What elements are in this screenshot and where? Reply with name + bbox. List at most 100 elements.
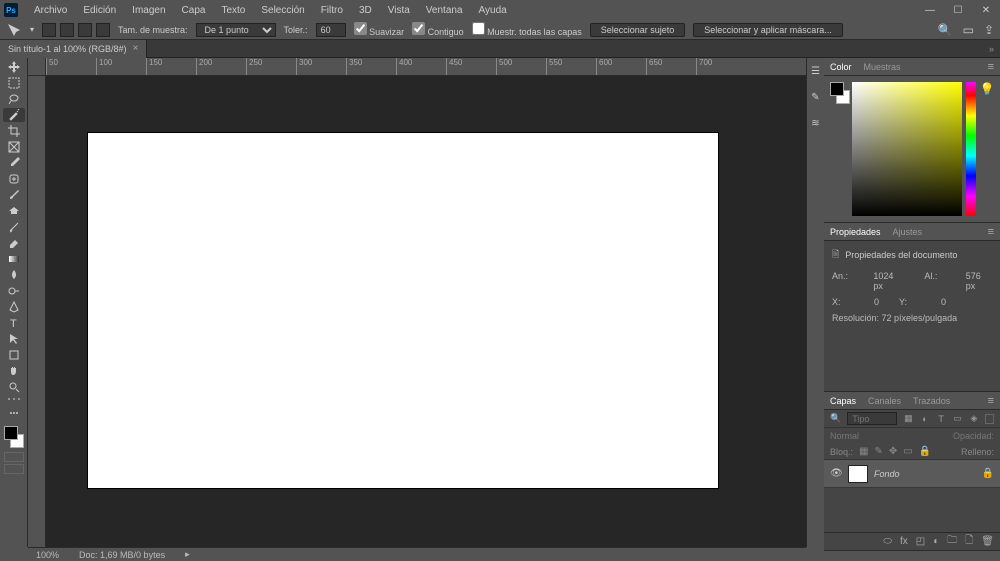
vertical-ruler[interactable] xyxy=(28,76,46,547)
ruler-origin[interactable] xyxy=(28,58,46,76)
share-icon[interactable]: ⇪ xyxy=(984,23,994,37)
delete-layer-icon[interactable]: 🗑 xyxy=(981,536,994,547)
new-layer-icon[interactable]: 🗋 xyxy=(965,533,973,550)
maximize-button[interactable]: ☐ xyxy=(944,0,972,20)
sample-all-layers-checkbox[interactable]: Muestr. todas las capas xyxy=(472,22,582,37)
gradient-tool[interactable] xyxy=(3,252,25,266)
layer-thumbnail[interactable] xyxy=(848,465,868,483)
dock-swatches-icon[interactable]: ≋ xyxy=(809,116,823,130)
menu-edit[interactable]: Edición xyxy=(75,2,124,19)
mode-new-selection[interactable] xyxy=(42,23,56,37)
hand-tool[interactable] xyxy=(3,364,25,378)
close-button[interactable]: ✕ xyxy=(972,0,1000,20)
menu-filter[interactable]: Filtro xyxy=(313,2,351,19)
magic-wand-tool[interactable] xyxy=(3,108,25,122)
edit-toolbar[interactable] xyxy=(3,406,25,420)
filter-shape-icon[interactable]: ▭ xyxy=(952,413,962,425)
filter-pixel-icon[interactable]: ▦ xyxy=(903,413,913,425)
quick-mask-toggle[interactable] xyxy=(4,452,24,462)
pen-tool[interactable] xyxy=(3,300,25,314)
path-selection-tool[interactable] xyxy=(3,332,25,346)
filter-smart-icon[interactable]: ◈ xyxy=(969,413,979,425)
layers-panel-menu-icon[interactable]: ≡ xyxy=(988,395,994,407)
menu-layer[interactable]: Capa xyxy=(174,2,214,19)
select-subject-button[interactable]: Seleccionar sujeto xyxy=(590,23,686,37)
blur-tool[interactable] xyxy=(3,268,25,282)
filter-type-icon[interactable]: T xyxy=(936,413,946,425)
status-chevron-icon[interactable]: ▸ xyxy=(185,549,190,560)
color-panel-swatch[interactable] xyxy=(830,82,848,216)
mode-subtract-selection[interactable] xyxy=(78,23,92,37)
group-icon[interactable]: 🗀 xyxy=(947,533,957,550)
history-brush-tool[interactable] xyxy=(3,220,25,234)
bulb-icon[interactable]: 💡 xyxy=(980,82,995,96)
filter-adjust-icon[interactable]: ◐ xyxy=(920,413,930,425)
workspace-icon[interactable]: ▭ xyxy=(963,23,974,37)
tab-color[interactable]: Color xyxy=(830,62,852,72)
tab-channels[interactable]: Canales xyxy=(868,396,901,406)
layer-background[interactable]: 👁 Fondo 🔒 xyxy=(824,460,1000,488)
type-tool[interactable]: T xyxy=(3,316,25,330)
blend-mode-select[interactable]: Normal xyxy=(830,431,859,441)
lock-pixels-icon[interactable]: ✎ xyxy=(874,446,882,457)
color-panel-menu-icon[interactable]: ≡ xyxy=(988,61,994,73)
lock-all-icon[interactable]: 🔒 xyxy=(919,446,931,457)
close-tab-icon[interactable]: × xyxy=(133,43,139,54)
filter-toggle[interactable] xyxy=(985,414,994,424)
link-layers-icon[interactable]: ⬭ xyxy=(883,536,892,547)
chevron-down-icon[interactable]: ▾ xyxy=(30,25,34,34)
canvas[interactable] xyxy=(88,133,718,488)
layer-effects-icon[interactable]: fx xyxy=(900,536,908,547)
document-tab[interactable]: Sin título-1 al 100% (RGB/8#) × xyxy=(0,40,147,58)
tab-properties[interactable]: Propiedades xyxy=(830,227,881,237)
visibility-toggle-icon[interactable]: 👁 xyxy=(830,468,842,479)
tab-layers[interactable]: Capas xyxy=(830,396,856,406)
active-tool-icon[interactable] xyxy=(6,22,22,38)
menu-3d[interactable]: 3D xyxy=(351,2,380,19)
dock-brushes-icon[interactable]: ✎ xyxy=(809,90,823,104)
sample-size-select[interactable]: De 1 punto xyxy=(196,23,276,37)
menu-window[interactable]: Ventana xyxy=(418,2,471,19)
horizontal-ruler[interactable]: 5010015020025030035040045050055060065070… xyxy=(46,58,806,76)
zoom-tool[interactable] xyxy=(3,380,25,394)
tab-swatches[interactable]: Muestras xyxy=(864,62,901,72)
dodge-tool[interactable] xyxy=(3,284,25,298)
zoom-level[interactable]: 100% xyxy=(36,550,59,560)
color-field[interactable] xyxy=(852,82,962,216)
search-icon[interactable]: 🔍 xyxy=(830,413,841,424)
marquee-tool[interactable] xyxy=(3,76,25,90)
menu-image[interactable]: Imagen xyxy=(124,2,173,19)
minimize-button[interactable]: — xyxy=(916,0,944,20)
healing-brush-tool[interactable] xyxy=(3,172,25,186)
menu-view[interactable]: Vista xyxy=(380,2,418,19)
eyedropper-tool[interactable] xyxy=(3,156,25,170)
screen-mode-toggle[interactable] xyxy=(4,464,24,474)
hue-slider[interactable] xyxy=(966,82,976,216)
adjustment-layer-icon[interactable]: ◐ xyxy=(933,536,939,547)
dock-history-icon[interactable]: ☰ xyxy=(809,64,823,78)
move-tool[interactable] xyxy=(3,60,25,74)
layer-filter-input[interactable] xyxy=(847,412,897,425)
clone-stamp-tool[interactable] xyxy=(3,204,25,218)
eraser-tool[interactable] xyxy=(3,236,25,250)
menu-help[interactable]: Ayuda xyxy=(471,2,515,19)
tab-adjustments[interactable]: Ajustes xyxy=(893,227,923,237)
shape-tool[interactable] xyxy=(3,348,25,362)
contiguous-checkbox[interactable]: Contiguo xyxy=(412,22,464,37)
menu-file[interactable]: Archivo xyxy=(26,2,75,19)
lock-position-icon[interactable]: ✥ xyxy=(889,446,897,457)
lock-transparency-icon[interactable]: ▦ xyxy=(859,446,868,457)
search-icon[interactable]: 🔍 xyxy=(938,23,953,37)
tolerance-input[interactable] xyxy=(316,23,346,37)
tab-paths[interactable]: Trazados xyxy=(913,396,950,406)
tab-overflow-icon[interactable]: » xyxy=(989,44,994,54)
antialias-checkbox[interactable]: Suavizar xyxy=(354,22,405,37)
frame-tool[interactable] xyxy=(3,140,25,154)
mode-add-selection[interactable] xyxy=(60,23,74,37)
canvas-viewport[interactable]: 5010015020025030035040045050055060065070… xyxy=(28,58,806,547)
brush-tool[interactable] xyxy=(3,188,25,202)
menu-text[interactable]: Texto xyxy=(213,2,253,19)
layer-mask-icon[interactable]: ◰ xyxy=(916,536,925,547)
crop-tool[interactable] xyxy=(3,124,25,138)
properties-panel-menu-icon[interactable]: ≡ xyxy=(988,226,994,238)
